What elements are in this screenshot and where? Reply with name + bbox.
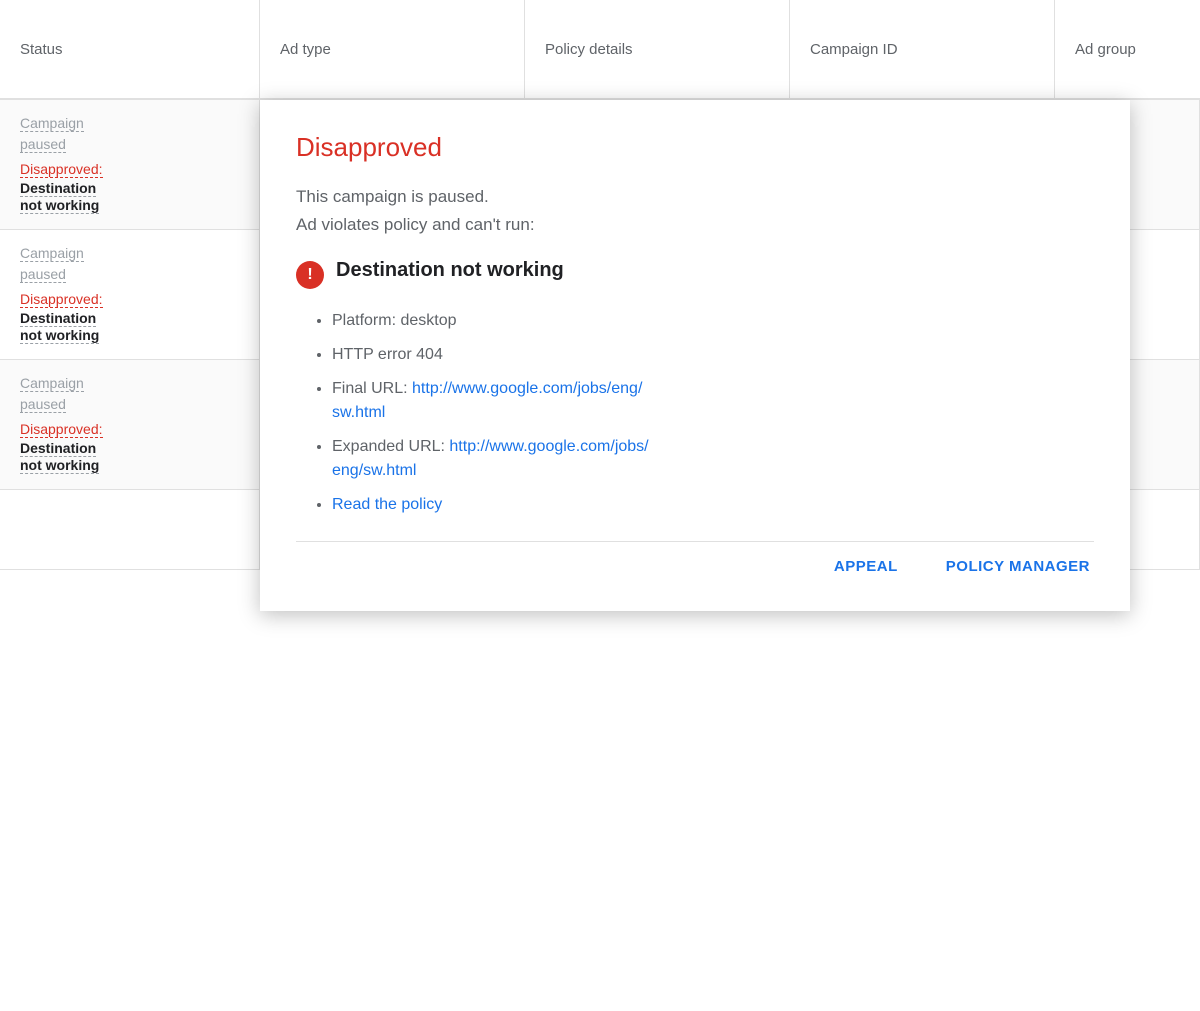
- list-item: HTTP error 404: [332, 343, 1094, 367]
- list-item: Final URL: http://www.google.com/jobs/en…: [332, 377, 1094, 425]
- table-header: Status Ad type Policy details Campaign I…: [0, 0, 1200, 100]
- paused-text-1: paused: [20, 136, 66, 153]
- policy-list: Platform: desktop HTTP error 404 Final U…: [296, 309, 1094, 517]
- col-status-header: Status: [0, 0, 260, 98]
- paused-text-2: paused: [20, 266, 66, 283]
- campaign-text-1: Campaign: [20, 115, 84, 132]
- status-cell-bottom: [0, 490, 260, 569]
- policy-section-title: Destination not working: [336, 259, 564, 282]
- campaign-text-2: Campaign: [20, 245, 84, 262]
- destination-text-1: Destination: [20, 180, 96, 197]
- col-campaign-header: Campaign ID: [790, 0, 1055, 98]
- popup-actions: APPEAL POLICY MANAGER: [296, 541, 1094, 583]
- status-header-label: Status: [20, 41, 63, 58]
- popup-title: Disapproved: [296, 132, 1094, 163]
- status-cell-3: Campaign paused Disapproved: Destination…: [0, 360, 260, 489]
- adgroup-header-label: Ad group: [1075, 41, 1136, 58]
- not-working-text-1: not working: [20, 197, 99, 214]
- popup-overlay: Disapproved This campaign is paused. Ad …: [260, 100, 1130, 611]
- platform-label: Platform: desktop: [332, 312, 457, 329]
- status-cell-2: Campaign paused Disapproved: Destination…: [0, 230, 260, 359]
- policy-section: ! Destination not working: [296, 259, 1094, 289]
- campaign-header-label: Campaign ID: [810, 41, 898, 58]
- disapproved-label-2: Disapproved:: [20, 291, 103, 308]
- not-working-text-2: not working: [20, 327, 99, 344]
- list-item: Read the policy: [332, 493, 1094, 517]
- paused-text-3: paused: [20, 396, 66, 413]
- col-policy-header: Policy details: [525, 0, 790, 98]
- col-adtype-header: Ad type: [260, 0, 525, 98]
- disapproved-label-1: Disapproved:: [20, 161, 103, 178]
- adtype-header-label: Ad type: [280, 41, 331, 58]
- appeal-button[interactable]: APPEAL: [830, 550, 902, 583]
- read-policy-link[interactable]: Read the policy: [332, 496, 442, 513]
- http-error-label: HTTP error 404: [332, 346, 443, 363]
- expanded-url-label: Expanded URL:: [332, 438, 449, 455]
- col-adgroup-header: Ad group: [1055, 0, 1200, 98]
- not-working-text-3: not working: [20, 457, 99, 474]
- policy-manager-button[interactable]: POLICY MANAGER: [942, 550, 1094, 583]
- campaign-text-3: Campaign: [20, 375, 84, 392]
- destination-text-3: Destination: [20, 440, 96, 457]
- policy-header-label: Policy details: [545, 41, 633, 58]
- status-cell-1: Campaign paused Disapproved: Destination…: [0, 100, 260, 229]
- error-icon: !: [296, 261, 324, 289]
- popup-policy-text: Ad violates policy and can't run:: [296, 215, 1094, 235]
- destination-text-2: Destination: [20, 310, 96, 327]
- disapproved-label-3: Disapproved:: [20, 421, 103, 438]
- list-item: Expanded URL: http://www.google.com/jobs…: [332, 435, 1094, 483]
- popup-subtitle: This campaign is paused.: [296, 187, 1094, 207]
- list-item: Platform: desktop: [332, 309, 1094, 333]
- final-url-label: Final URL:: [332, 380, 412, 397]
